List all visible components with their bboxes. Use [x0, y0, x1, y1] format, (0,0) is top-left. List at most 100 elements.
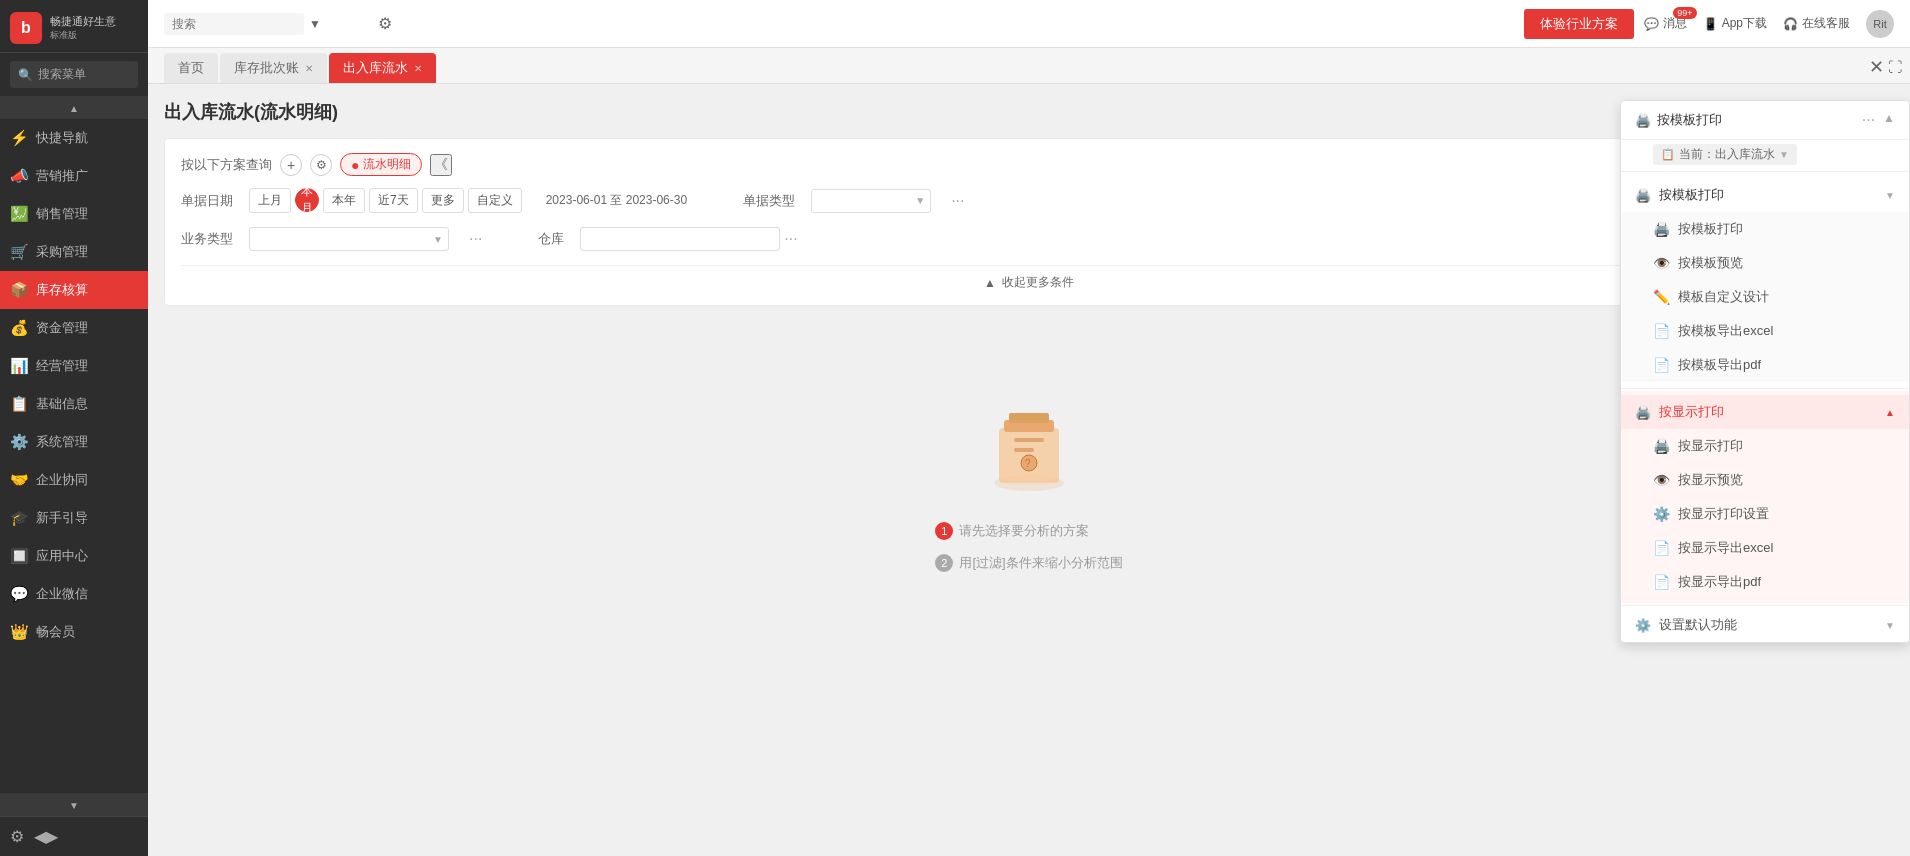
expand-window-button[interactable]: ⛶: [1888, 59, 1902, 75]
display-print-icon: 🖨️: [1653, 438, 1670, 454]
phone-icon: 📱: [1703, 17, 1718, 31]
sidebar: b 畅捷通好生意 标准版 🔍 搜索菜单 ▲ ⚡ 快捷导航 📣 营销推广 💹 销售…: [0, 0, 148, 856]
template-section-arrow[interactable]: ▼: [1885, 190, 1895, 201]
filter-tag[interactable]: ● 流水明细: [340, 153, 422, 176]
sidebar-item-operations[interactable]: 📊 经营管理: [0, 347, 148, 385]
tab-home-label: 首页: [178, 59, 204, 77]
tab-batch-label: 库存批次账: [234, 59, 299, 77]
business-select[interactable]: [249, 227, 449, 251]
sidebar-item-inventory[interactable]: 📦 库存核算: [0, 271, 148, 309]
print-panel-header: 🖨️ 按模板打印 ··· ▲: [1621, 101, 1909, 140]
topbar-search-input[interactable]: [164, 13, 304, 35]
template-excel-item[interactable]: 📄 按模板导出excel: [1621, 314, 1909, 348]
warehouse-more-icon[interactable]: ···: [784, 230, 797, 248]
user-avatar[interactable]: Rit: [1866, 10, 1894, 38]
display-section-header[interactable]: 🖨️ 按显示打印 ▲: [1621, 395, 1909, 429]
sidebar-nav: ⚡ 快捷导航 📣 营销推广 💹 销售管理 🛒 采购管理 📦 库存核算 💰 资金管…: [0, 119, 148, 793]
template-section-title: 🖨️ 按模板打印: [1635, 186, 1724, 204]
sidebar-item-shortcut[interactable]: ⚡ 快捷导航: [0, 119, 148, 157]
current-icon: 📋: [1661, 148, 1675, 161]
print-panel-chevron-up-icon[interactable]: ▲: [1883, 111, 1895, 129]
warehouse-input-wrap: ···: [580, 227, 1727, 251]
filter-add-button[interactable]: +: [280, 154, 302, 176]
close-window-button[interactable]: ✕: [1869, 56, 1884, 78]
sidebar-bottom: ⚙ ◀▶: [0, 816, 148, 856]
svg-rect-4: [1014, 438, 1044, 442]
template-custom-item[interactable]: ✏️ 模板自定义设计: [1621, 280, 1909, 314]
print-panel-title-icon: 🖨️: [1635, 113, 1651, 128]
display-submenu: 🖨️ 按显示打印 👁️ 按显示预览 ⚙️ 按显示打印设置 📄 按显示导出exce…: [1621, 429, 1909, 599]
tab-flow-close[interactable]: ✕: [414, 63, 422, 74]
chevron-up-icon: ▲: [69, 103, 79, 114]
sidebar-item-collab[interactable]: 🤝 企业协同: [0, 461, 148, 499]
template-preview-item[interactable]: 👁️ 按模板预览: [1621, 246, 1909, 280]
sidebar-item-sales[interactable]: 💹 销售管理: [0, 195, 148, 233]
display-section-title: 🖨️ 按显示打印: [1635, 403, 1724, 421]
display-pdf-item[interactable]: 📄 按显示导出pdf: [1621, 565, 1909, 599]
sidebar-item-guide[interactable]: 🎓 新手引导: [0, 499, 148, 537]
app-download-button[interactable]: 📱 App下载: [1703, 15, 1767, 32]
topbar-gear-icon[interactable]: ⚙: [378, 14, 392, 33]
template-pdf-item[interactable]: 📄 按模板导出pdf: [1621, 348, 1909, 382]
empty-illustration: ?: [979, 398, 1079, 498]
message-icon: 💬: [1644, 17, 1659, 31]
warehouse-input[interactable]: [580, 227, 780, 251]
business-more-icon[interactable]: ···: [469, 230, 482, 248]
sidebar-item-basic[interactable]: 📋 基础信息: [0, 385, 148, 423]
sidebar-item-system[interactable]: ⚙️ 系统管理: [0, 423, 148, 461]
date-btn-this-month[interactable]: 本月: [295, 188, 319, 212]
sidebar-item-marketing[interactable]: 📣 营销推广: [0, 157, 148, 195]
sidebar-item-wechat[interactable]: 💬 企业微信: [0, 575, 148, 613]
filter-collapse-button[interactable]: 《: [430, 154, 452, 176]
display-pdf-icon: 📄: [1653, 574, 1670, 590]
print-divider-1: [1621, 171, 1909, 172]
system-icon: ⚙️: [10, 433, 28, 451]
type-select[interactable]: [811, 189, 931, 213]
type-more-icon[interactable]: ···: [951, 192, 964, 210]
online-service-button[interactable]: 🎧 在线客服: [1783, 15, 1850, 32]
sidebar-item-finance[interactable]: 💰 资金管理: [0, 309, 148, 347]
template-submenu: 🖨️ 按模板打印 👁️ 按模板预览 ✏️ 模板自定义设计 📄 按模板导出exce…: [1621, 212, 1909, 382]
tab-home[interactable]: 首页: [164, 53, 218, 83]
date-btn-7days[interactable]: 近7天: [369, 188, 418, 213]
settings-icon[interactable]: ⚙: [10, 827, 24, 846]
apps-icon: 🔲: [10, 547, 28, 565]
date-btn-custom[interactable]: 自定义: [468, 188, 522, 213]
tab-batch-close[interactable]: ✕: [305, 63, 313, 74]
display-section-arrow[interactable]: ▲: [1885, 407, 1895, 418]
chevron-down-icon: ▼: [69, 800, 79, 811]
trial-button[interactable]: 体验行业方案: [1524, 9, 1634, 39]
date-btn-more[interactable]: 更多: [422, 188, 464, 213]
date-btn-last-month[interactable]: 上月: [249, 188, 291, 213]
display-preview-item[interactable]: 👁️ 按显示预览: [1621, 463, 1909, 497]
tab-flow[interactable]: 出入库流水 ✕: [329, 53, 436, 83]
sidebar-item-purchase[interactable]: 🛒 采购管理: [0, 233, 148, 271]
topbar-right: 💬 消息 99+ 📱 App下载 🎧 在线客服 Rit: [1644, 10, 1894, 38]
sidebar-scroll-down[interactable]: ▼: [0, 793, 148, 816]
search-menu-button[interactable]: 🔍 搜索菜单: [10, 61, 138, 88]
template-section-header[interactable]: 🖨️ 按模板打印 ▼: [1621, 178, 1909, 212]
sidebar-scroll-up[interactable]: ▲: [0, 96, 148, 119]
display-print-item[interactable]: 🖨️ 按显示打印: [1621, 429, 1909, 463]
filter-settings-button[interactable]: ⚙: [310, 154, 332, 176]
type-select-wrap: [811, 189, 931, 213]
message-button[interactable]: 💬 消息 99+: [1644, 15, 1687, 32]
guide-icon: 🎓: [10, 509, 28, 527]
current-chevron-icon[interactable]: ▼: [1779, 149, 1789, 160]
template-excel-icon: 📄: [1653, 323, 1670, 339]
collapse-sidebar-icon[interactable]: ◀▶: [34, 827, 58, 846]
print-panel-more-icon[interactable]: ···: [1862, 111, 1875, 129]
template-print-icon: 🖨️: [1635, 188, 1651, 203]
display-print-section: 🖨️ 按显示打印 ▲ 🖨️ 按显示打印 👁️ 按显示预览 ⚙️ 按显示打印设置 …: [1621, 391, 1909, 603]
date-btn-this-year[interactable]: 本年: [323, 188, 365, 213]
sidebar-logo: b 畅捷通好生意 标准版: [0, 0, 148, 53]
tab-batch[interactable]: 库存批次账 ✕: [220, 53, 327, 83]
topbar-dropdown-icon[interactable]: ▼: [309, 17, 321, 31]
empty-tip1: 请先选择要分析的方案: [959, 518, 1089, 544]
display-settings-item[interactable]: ⚙️ 按显示打印设置: [1621, 497, 1909, 531]
print-default-settings[interactable]: ⚙️ 设置默认功能 ▼: [1621, 608, 1909, 642]
sidebar-item-member[interactable]: 👑 畅会员: [0, 613, 148, 651]
sidebar-item-apps[interactable]: 🔲 应用中心: [0, 537, 148, 575]
display-excel-item[interactable]: 📄 按显示导出excel: [1621, 531, 1909, 565]
template-print-item[interactable]: 🖨️ 按模板打印: [1621, 212, 1909, 246]
